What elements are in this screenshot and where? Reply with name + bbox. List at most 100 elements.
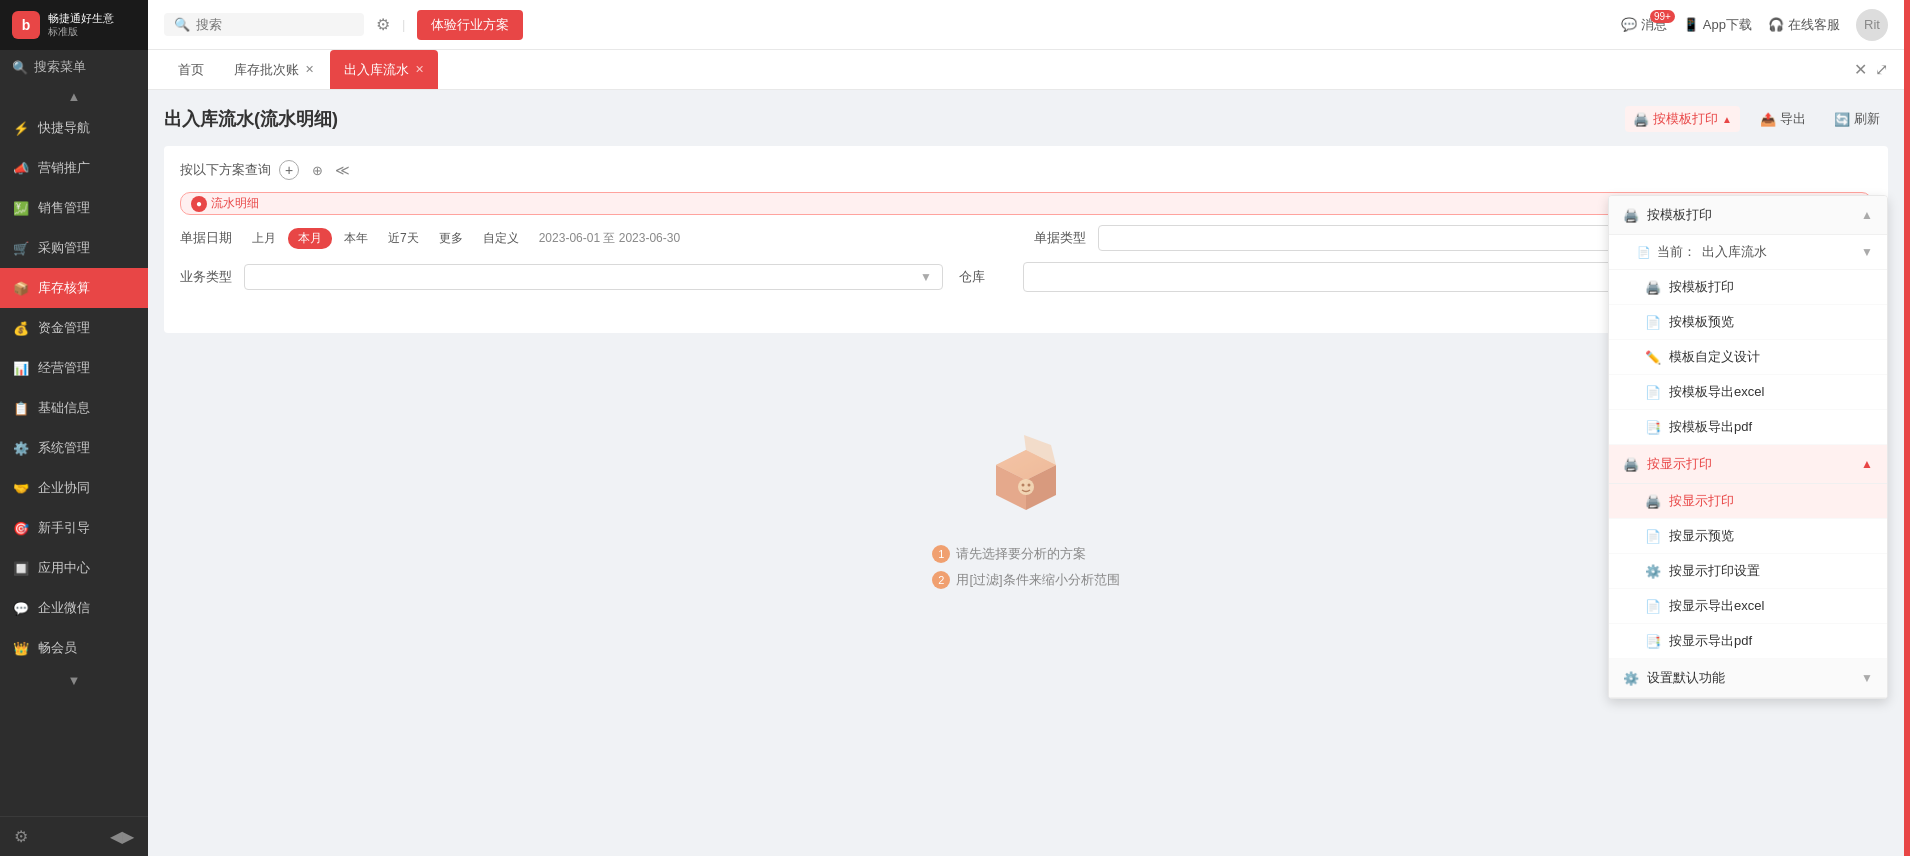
display-export-pdf-item[interactable]: 📑 按显示导出pdf <box>1609 624 1887 659</box>
template-export-excel-item[interactable]: 📄 按模板导出excel <box>1609 375 1887 410</box>
headphone-icon: 🎧 <box>1768 17 1784 32</box>
export-button[interactable]: 📤 导出 <box>1752 106 1814 132</box>
tab-flow-close[interactable]: ✕ <box>415 63 424 76</box>
print-template-button[interactable]: 🖨️ 按模板打印 ▲ <box>1625 106 1740 132</box>
display-excel-icon: 📄 <box>1645 598 1661 614</box>
date-opt-last-month[interactable]: 上月 <box>244 228 284 249</box>
date-opt-custom[interactable]: 自定义 <box>475 228 527 249</box>
print-chevron-up-icon: ▲ <box>1722 114 1732 125</box>
messages-btn[interactable]: 💬 消息 99+ <box>1621 16 1667 34</box>
sidebar-item-system[interactable]: ⚙️ 系统管理 <box>0 428 148 468</box>
sidebar-item-marketing[interactable]: 📣 营销推广 <box>0 148 148 188</box>
industry-solution-button[interactable]: 体验行业方案 <box>417 10 523 40</box>
sidebar-item-inventory[interactable]: 📦 库存核算 <box>0 268 148 308</box>
inventory-icon: 📦 <box>12 279 30 297</box>
sidebar-collapse-icon[interactable]: ◀▶ <box>110 827 134 846</box>
sidebar-item-membership[interactable]: 👑 畅会员 <box>0 628 148 668</box>
date-opt-this-year[interactable]: 本年 <box>336 228 376 249</box>
sidebar-settings-icon[interactable]: ⚙ <box>14 827 28 846</box>
default-settings-section-header[interactable]: ⚙️ 设置默认功能 ▼ <box>1609 659 1887 698</box>
current-template-icon: 📄 <box>1637 246 1651 259</box>
window-maximize-icon[interactable]: ⤢ <box>1875 60 1888 79</box>
app-download-btn[interactable]: 📱 App下载 <box>1683 16 1752 34</box>
wechat-icon: 💬 <box>12 599 30 617</box>
current-template-chevron-icon: ▼ <box>1861 245 1873 259</box>
svg-point-5 <box>1018 479 1034 495</box>
warehouse-label: 仓库 <box>959 268 1015 286</box>
business-chevron-icon: ▼ <box>920 270 932 284</box>
window-close-icon[interactable]: ✕ <box>1854 60 1867 79</box>
template-preview-item-label: 按模板预览 <box>1669 313 1734 331</box>
app-version: 标准版 <box>48 25 114 39</box>
membership-icon: 👑 <box>12 639 30 657</box>
sidebar-logo: b 畅捷通好生意 标准版 <box>0 0 148 50</box>
display-print-item[interactable]: 🖨️ 按显示打印 <box>1609 484 1887 519</box>
tab-flow[interactable]: 出入库流水 ✕ <box>330 50 438 89</box>
sidebar-item-label: 采购管理 <box>38 239 90 257</box>
template-custom-item-label: 模板自定义设计 <box>1669 348 1760 366</box>
sidebar-item-label: 系统管理 <box>38 439 90 457</box>
sidebar-item-basics[interactable]: 📋 基础信息 <box>0 388 148 428</box>
template-print-section-header[interactable]: 🖨️ 按模板打印 ▲ <box>1609 196 1887 235</box>
display-export-excel-item[interactable]: 📄 按显示导出excel <box>1609 589 1887 624</box>
date-opt-7days[interactable]: 近7天 <box>380 228 427 249</box>
sidebar-item-wechat[interactable]: 💬 企业微信 <box>0 588 148 628</box>
messages-badge: 99+ <box>1650 10 1675 23</box>
date-opt-this-month[interactable]: 本月 <box>288 228 332 249</box>
display-preview-item[interactable]: 📄 按显示预览 <box>1609 519 1887 554</box>
marketing-icon: 📣 <box>12 159 30 177</box>
tab-batch-account[interactable]: 库存批次账 ✕ <box>220 50 328 89</box>
online-service-btn[interactable]: 🎧 在线客服 <box>1768 16 1840 34</box>
tab-batch-account-close[interactable]: ✕ <box>305 63 314 76</box>
svg-point-7 <box>1028 484 1031 487</box>
online-service-label: 在线客服 <box>1788 16 1840 34</box>
export-label: 导出 <box>1780 110 1806 128</box>
business-type-select[interactable]: ▼ <box>244 264 943 290</box>
sidebar-item-sales[interactable]: 💹 销售管理 <box>0 188 148 228</box>
template-export-pdf-item[interactable]: 📑 按模板导出pdf <box>1609 410 1887 445</box>
sidebar-scroll-up[interactable]: ▲ <box>0 84 148 108</box>
operations-icon: 📊 <box>12 359 30 377</box>
user-name-display: Rit <box>1864 17 1880 32</box>
filter-settings-button[interactable]: ⊕ <box>307 160 327 180</box>
sidebar-item-quick-nav[interactable]: ⚡ 快捷导航 <box>0 108 148 148</box>
sidebar-nav: ▲ ⚡ 快捷导航 📣 营销推广 💹 销售管理 🛒 采购管理 📦 库存核算 💰 资… <box>0 84 148 816</box>
sidebar-item-label: 资金管理 <box>38 319 90 337</box>
default-settings-section-label: 设置默认功能 <box>1647 669 1725 687</box>
filter-collapse-button[interactable]: ≪ <box>335 162 350 178</box>
display-print-settings-item[interactable]: ⚙️ 按显示打印设置 <box>1609 554 1887 589</box>
template-print-item[interactable]: 🖨️ 按模板打印 <box>1609 270 1887 305</box>
sidebar-search[interactable]: 🔍 搜索菜单 <box>0 50 148 84</box>
tab-home[interactable]: 首页 <box>164 50 218 89</box>
topbar-gear-icon[interactable]: ⚙ <box>376 15 390 34</box>
sidebar-item-guide[interactable]: 🎯 新手引导 <box>0 508 148 548</box>
sidebar-search-label: 搜索菜单 <box>34 58 86 76</box>
filter-label: 按以下方案查询 <box>180 161 271 179</box>
tab-flow-label: 出入库流水 <box>344 61 409 79</box>
sidebar-item-label: 畅会员 <box>38 639 77 657</box>
filter-add-button[interactable]: + <box>279 160 299 180</box>
display-pdf-icon: 📑 <box>1645 633 1661 649</box>
sidebar-item-collab[interactable]: 🤝 企业协同 <box>0 468 148 508</box>
date-opt-more[interactable]: 更多 <box>431 228 471 249</box>
sidebar-item-finance[interactable]: 💰 资金管理 <box>0 308 148 348</box>
resize-handle[interactable] <box>1904 0 1910 856</box>
template-custom-item[interactable]: ✏️ 模板自定义设计 <box>1609 340 1887 375</box>
display-export-pdf-label: 按显示导出pdf <box>1669 632 1752 650</box>
sidebar: b 畅捷通好生意 标准版 🔍 搜索菜单 ▲ ⚡ 快捷导航 📣 营销推广 💹 销售… <box>0 0 148 856</box>
template-preview-item-icon: 📄 <box>1645 314 1661 330</box>
display-export-excel-label: 按显示导出excel <box>1669 597 1764 615</box>
topbar-search-box[interactable]: 🔍 <box>164 13 364 36</box>
sidebar-scroll-down[interactable]: ▼ <box>0 668 148 692</box>
user-avatar[interactable]: Rit <box>1856 9 1888 41</box>
display-print-section-header[interactable]: 🖨️ 按显示打印 ▲ <box>1609 445 1887 484</box>
refresh-button[interactable]: 🔄 刷新 <box>1826 106 1888 132</box>
window-controls: ✕ ⤢ <box>1854 60 1888 79</box>
topbar-search-input[interactable] <box>196 17 336 32</box>
sidebar-item-purchase[interactable]: 🛒 采购管理 <box>0 228 148 268</box>
sidebar-item-apps[interactable]: 🔲 应用中心 <box>0 548 148 588</box>
system-icon: ⚙️ <box>12 439 30 457</box>
template-preview-item[interactable]: 📄 按模板预览 <box>1609 305 1887 340</box>
display-print-section-label: 按显示打印 <box>1647 455 1712 473</box>
sidebar-item-operations[interactable]: 📊 经营管理 <box>0 348 148 388</box>
